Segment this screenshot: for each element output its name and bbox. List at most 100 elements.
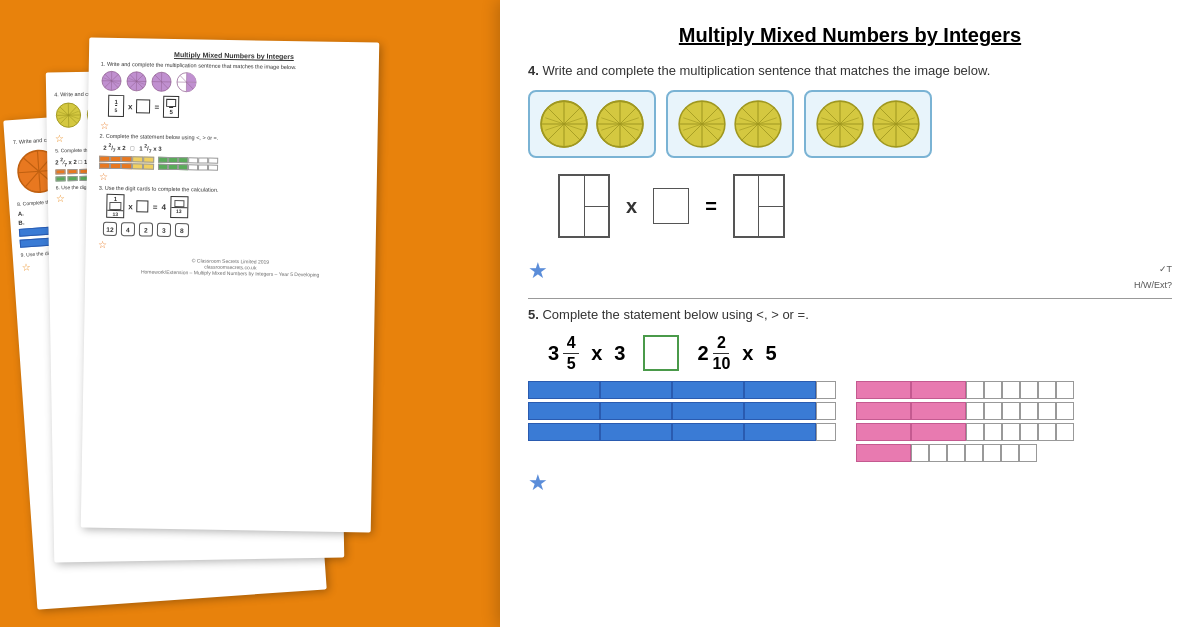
- answer-box-3: [733, 174, 785, 238]
- bar-cell-empty: [1001, 444, 1019, 462]
- bar-models: [528, 381, 1172, 462]
- multiplication-row: x =: [558, 174, 1172, 238]
- bar-row-3: [528, 423, 836, 441]
- q5-label: 5.: [528, 307, 539, 322]
- bar-cell-empty: [1020, 381, 1038, 399]
- compare-box: [643, 335, 679, 371]
- bar-cell-pink: [911, 423, 966, 441]
- q5-star: ★: [528, 470, 548, 495]
- left-multiplier: 3: [614, 342, 625, 365]
- bar-cell-empty: [1056, 381, 1074, 399]
- bar-cell-blue: [600, 381, 672, 399]
- bar-cell-empty: [816, 381, 836, 399]
- bar-cell-empty: [1019, 444, 1037, 462]
- bar-cell-empty: [1020, 402, 1038, 420]
- bar-cell-empty: [966, 402, 984, 420]
- citrus-box-3: [804, 90, 932, 158]
- answer-box-2: [653, 188, 689, 224]
- main-worksheet: Multiply Mixed Numbers by Integers 4. Wr…: [500, 0, 1200, 627]
- worksheet-stack: Multiply Mixed Numbers by Integers 7. Wr…: [20, 30, 380, 600]
- left-expression: 3 4 5 x 3: [548, 334, 625, 373]
- bar-cell-empty: [1020, 423, 1038, 441]
- bar-cell-empty: [1002, 381, 1020, 399]
- q4-star: ★: [528, 258, 548, 284]
- bar-cell-empty: [947, 444, 965, 462]
- main-title: Multiply Mixed Numbers by Integers: [528, 24, 1172, 47]
- right-whole: 2: [697, 342, 708, 365]
- bar-cell-blue: [744, 402, 816, 420]
- bar-cell-empty: [966, 423, 984, 441]
- bar-cell-empty: [984, 423, 1002, 441]
- bar-cell-blue: [744, 423, 816, 441]
- question-4: 4. Write and complete the multiplication…: [528, 63, 1172, 238]
- citrus-box-1: [528, 90, 656, 158]
- bar-row-2: [528, 402, 836, 420]
- bar-cell-empty: [1056, 423, 1074, 441]
- bar-cell-pink: [856, 423, 911, 441]
- bar-cell-blue: [528, 402, 600, 420]
- bar-cell-pink: [856, 381, 911, 399]
- right-denominator: 10: [713, 355, 731, 373]
- bar-cell-empty: [816, 423, 836, 441]
- bar-cell-pink: [911, 402, 966, 420]
- equals-symbol: =: [705, 195, 717, 218]
- bar-row-r1: [856, 381, 1074, 399]
- vt-label: ✓T: [1159, 264, 1173, 274]
- right-multiplier: 5: [765, 342, 776, 365]
- citrus-groups: [528, 90, 1172, 158]
- left-denominator: 5: [567, 355, 576, 373]
- bar-cell-empty: [1002, 423, 1020, 441]
- fraction-line-right: [713, 353, 729, 355]
- bar-cell-empty: [966, 381, 984, 399]
- bar-cell-blue: [528, 423, 600, 441]
- multiply-symbol: x: [626, 195, 637, 218]
- bar-row-r3: [856, 423, 1074, 441]
- right-numerator: 2: [717, 334, 726, 352]
- ws3-title: Multiply Mixed Numbers by Integers: [101, 50, 367, 62]
- left-fraction: 4 5: [563, 334, 579, 373]
- q4-text: 4. Write and complete the multiplication…: [528, 63, 1172, 78]
- bar-cell-blue: [672, 423, 744, 441]
- bar-cell-empty: [1038, 402, 1056, 420]
- right-operator: x: [742, 342, 753, 365]
- bar-cell-empty: [1038, 381, 1056, 399]
- left-whole: 3: [548, 342, 559, 365]
- bar-cell-empty: [816, 402, 836, 420]
- bar-cell-blue: [600, 423, 672, 441]
- hw-ext-label: H/W/Ext?: [528, 280, 1172, 290]
- bar-cell-empty: [911, 444, 929, 462]
- q4-label: 4.: [528, 63, 539, 78]
- bar-cell-empty: [1002, 402, 1020, 420]
- bar-cell-empty: [983, 444, 1001, 462]
- bar-cell-blue: [600, 402, 672, 420]
- right-fraction: 2 10: [713, 334, 731, 373]
- bar-cell-pink: [856, 402, 911, 420]
- left-operator: x: [591, 342, 602, 365]
- bar-cell-blue: [528, 381, 600, 399]
- bar-row-r4: [856, 444, 1074, 462]
- question-5: 5. Complete the statement below using <,…: [528, 307, 1172, 496]
- bar-cell-blue: [672, 402, 744, 420]
- fraction-line: [563, 353, 579, 355]
- bar-cell-blue: [672, 381, 744, 399]
- bar-row-r2: [856, 402, 1074, 420]
- divider: [528, 298, 1172, 299]
- bar-row-1: [528, 381, 836, 399]
- citrus-box-2: [666, 90, 794, 158]
- bar-cell-empty: [984, 381, 1002, 399]
- bar-cell-empty: [1056, 402, 1074, 420]
- bar-cell-empty: [984, 402, 1002, 420]
- bar-cell-empty: [1038, 423, 1056, 441]
- right-bar-model: [856, 381, 1074, 462]
- right-expression: 2 2 10 x 5: [697, 334, 776, 373]
- q5-text: 5. Complete the statement below using <,…: [528, 307, 1172, 322]
- q5-comparison-row: 3 4 5 x 3 2 2 10 x 5: [548, 334, 1172, 373]
- bar-cell-pink: [856, 444, 911, 462]
- bar-cell-pink: [911, 381, 966, 399]
- bar-cell-empty: [929, 444, 947, 462]
- bar-cell-empty: [965, 444, 983, 462]
- bar-cell-blue: [744, 381, 816, 399]
- answer-box-1: [558, 174, 610, 238]
- left-numerator: 4: [567, 334, 576, 352]
- worksheet-front: Multiply Mixed Numbers by Integers 1. Wr…: [81, 38, 380, 533]
